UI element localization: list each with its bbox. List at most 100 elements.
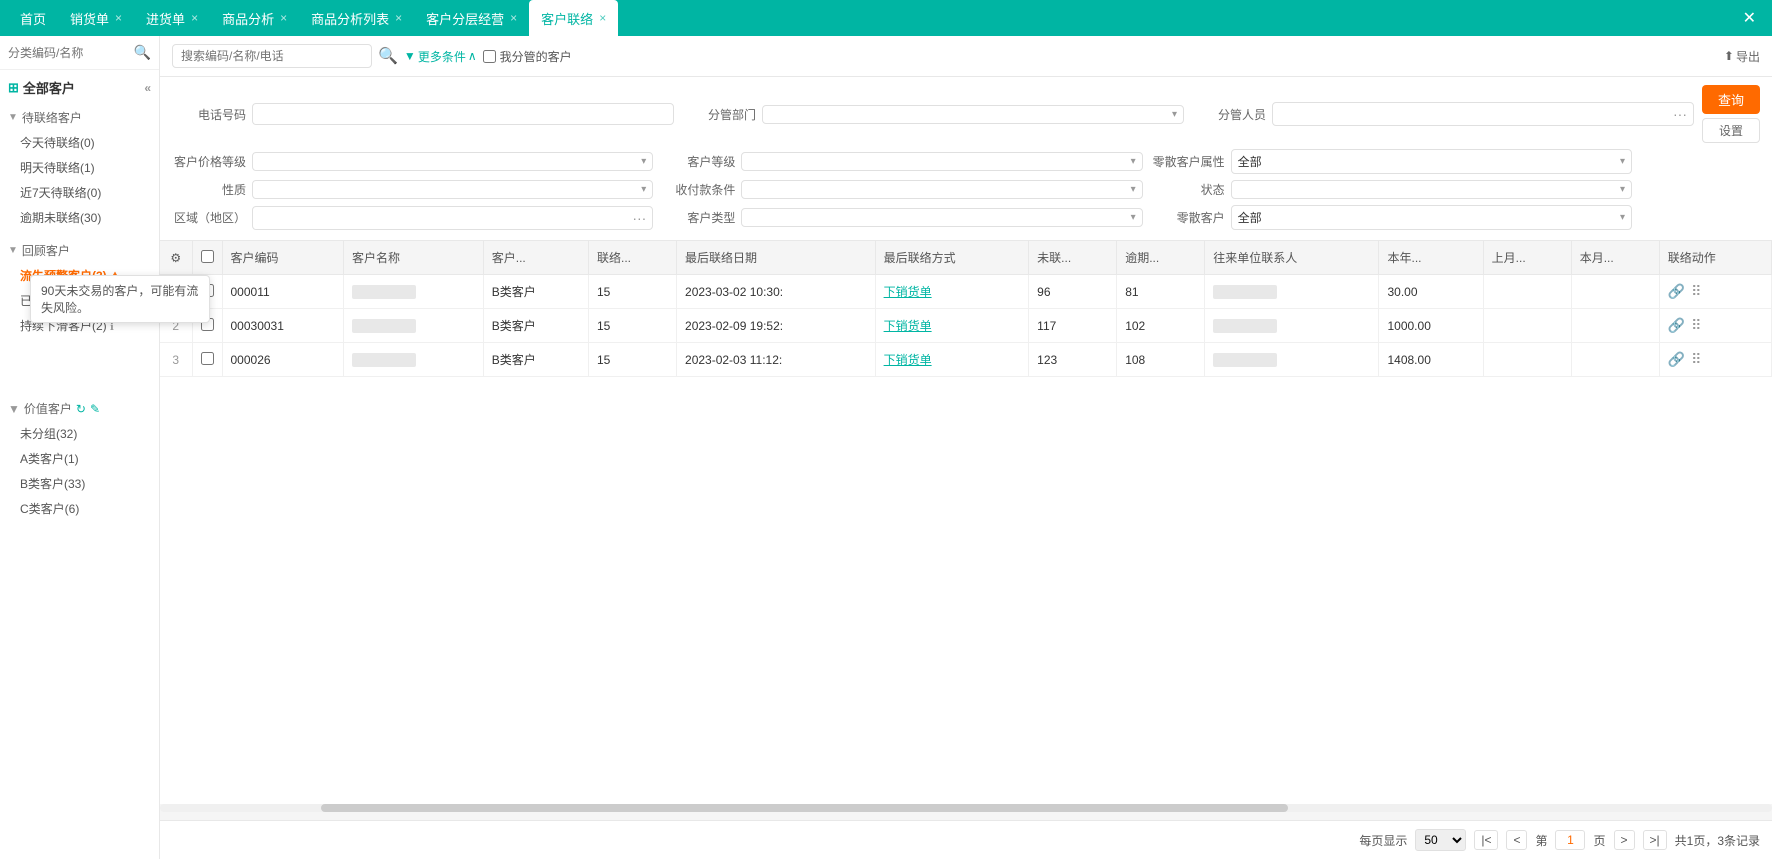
more-dots-icon2[interactable]: ···	[632, 210, 646, 226]
sidebar-item-today[interactable]: 今天待联络(0)	[0, 130, 159, 155]
filter-retail-field: 零散客户 全部 ▾	[1151, 205, 1632, 230]
settings-button[interactable]: 设置	[1702, 118, 1760, 143]
collapse-icon[interactable]: «	[144, 81, 151, 95]
main-layout: 🔍 ⊞ 全部客户 « ▼ 待联络客户 今天待联络(0) 明天待联络(1) 近7天…	[0, 36, 1772, 859]
more-action-icon[interactable]: ⠿	[1691, 317, 1701, 334]
row-last-date: 2023-02-03 11:12:	[677, 343, 876, 377]
person-select[interactable]: ···	[1272, 102, 1694, 126]
sidebar-item-type-b[interactable]: B类客户(33)	[0, 471, 159, 496]
row-checkbox[interactable]	[192, 343, 222, 377]
dept-select[interactable]: ▾	[762, 105, 1184, 124]
filter-customer-tier-field: 客户等级 ▾	[661, 152, 1142, 171]
th-last-month: 上月...	[1483, 241, 1571, 275]
tab-sales-order[interactable]: 销货单 ×	[58, 0, 134, 36]
sidebar-search-container: 🔍	[0, 36, 159, 70]
retail-attr-select[interactable]: 全部 ▾	[1231, 149, 1632, 174]
customer-type-select[interactable]: ▾	[741, 208, 1142, 227]
sidebar-item-7days[interactable]: 近7天待联络(0)	[0, 180, 159, 205]
page-size-select[interactable]: 50 20 100	[1415, 829, 1466, 851]
sidebar-item-tomorrow[interactable]: 明天待联络(1)	[0, 155, 159, 180]
sidebar-section-review-title[interactable]: ▼ 回顾客户	[0, 238, 159, 263]
nature-select[interactable]: ▾	[252, 180, 653, 199]
my-customers-checkbox-label[interactable]: 我分管的客户	[483, 48, 572, 65]
sidebar-all-customers[interactable]: ⊞ 全部客户 «	[0, 70, 159, 101]
row-select-checkbox[interactable]	[201, 352, 214, 365]
sidebar-search-input[interactable]	[8, 46, 134, 60]
search-input[interactable]	[172, 44, 372, 68]
customer-tier-select[interactable]: ▾	[741, 152, 1142, 171]
price-tier-select[interactable]: ▾	[252, 152, 653, 171]
chevron-down-icon: ▾	[1131, 156, 1136, 167]
data-table: ⚙ 客户编码 客户名称 客户... 联络... 最后联络日期 最后联络方式 未联…	[160, 241, 1772, 377]
sidebar-section-pending-title[interactable]: ▼ 待联络客户	[0, 105, 159, 130]
sidebar-item-type-a[interactable]: A类客户(1)	[0, 446, 159, 471]
row-name	[343, 343, 483, 377]
tab-customer-tier[interactable]: 客户分层经营 ×	[414, 0, 529, 36]
sidebar-section-value: ▼ 价值客户 ↻ ✎ 未分组(32) A类客户(1) B类客户(33) C类客户…	[0, 392, 159, 525]
phone-input[interactable]	[252, 103, 674, 125]
region-select[interactable]: ···	[252, 206, 653, 230]
close-icon[interactable]: ×	[599, 11, 606, 25]
more-conditions-button[interactable]: ▼ 更多条件 ∧	[404, 48, 477, 65]
row-code: 000011	[222, 275, 343, 309]
more-action-icon[interactable]: ⠿	[1691, 283, 1701, 300]
tab-customer-contact[interactable]: 客户联络 ×	[529, 0, 618, 36]
link-action-icon[interactable]: 🔗	[1668, 317, 1685, 334]
filter-bar: 🔍 ▼ 更多条件 ∧ 我分管的客户 ⬆ 导出	[160, 36, 1772, 77]
row-this-month	[1571, 343, 1659, 377]
filter-row-4: 区域（地区） ··· 客户类型 ▾ 零散客户 全部	[172, 205, 1760, 230]
close-icon[interactable]: ×	[510, 11, 517, 25]
row-name	[343, 309, 483, 343]
row-last-month	[1483, 275, 1571, 309]
window-close-btn[interactable]: ✕	[1735, 8, 1764, 28]
th-action: 联络动作	[1659, 241, 1771, 275]
close-icon[interactable]: ×	[115, 11, 122, 25]
info-icon2: ℹ	[110, 322, 114, 333]
more-dots-icon[interactable]: ···	[1673, 106, 1687, 122]
link-action-icon[interactable]: 🔗	[1668, 351, 1685, 368]
th-type: 客户...	[483, 241, 588, 275]
select-all-checkbox[interactable]	[201, 250, 214, 263]
close-icon[interactable]: ×	[280, 11, 287, 25]
close-icon[interactable]: ×	[191, 11, 198, 25]
first-page-button[interactable]: |<	[1474, 830, 1498, 850]
filter-phone-field: 电话号码	[172, 103, 674, 125]
chevron-up-icon: ∧	[468, 49, 477, 63]
sidebar-item-ungroup[interactable]: 未分组(32)	[0, 421, 159, 446]
chevron-down-icon: ▾	[1620, 156, 1625, 167]
tab-purchase-order[interactable]: 进货单 ×	[134, 0, 210, 36]
horizontal-scrollbar[interactable]	[160, 804, 1772, 812]
sidebar-section-value-title[interactable]: ▼ 价值客户 ↻ ✎	[0, 396, 159, 421]
next-page-button[interactable]: >	[1614, 830, 1635, 850]
retail-select[interactable]: 全部 ▾	[1231, 205, 1632, 230]
export-button[interactable]: ⬆ 导出	[1724, 48, 1760, 65]
th-settings[interactable]: ⚙	[160, 241, 192, 275]
tab-homepage[interactable]: 首页	[8, 0, 58, 36]
th-year: 本年...	[1379, 241, 1483, 275]
sidebar-item-type-c[interactable]: C类客户(6)	[0, 496, 159, 521]
tab-product-list[interactable]: 商品分析列表 ×	[299, 0, 414, 36]
chevron-down-icon: ▾	[1620, 184, 1625, 195]
last-page-button[interactable]: >|	[1643, 830, 1667, 850]
more-action-icon[interactable]: ⠿	[1691, 351, 1701, 368]
edit-icon[interactable]: ✎	[90, 402, 100, 416]
payment-select[interactable]: ▾	[741, 180, 1142, 199]
status-select[interactable]: ▾	[1231, 180, 1632, 199]
search-button[interactable]: 🔍	[378, 46, 398, 66]
prev-page-button[interactable]: <	[1506, 830, 1527, 850]
th-checkbox[interactable]	[192, 241, 222, 275]
row-code: 000026	[222, 343, 343, 377]
page-number-input[interactable]	[1555, 830, 1585, 850]
scrollbar-thumb[interactable]	[321, 804, 1288, 812]
refresh-icon[interactable]: ↻	[76, 402, 86, 416]
th-unit-contact: 往来单位联系人	[1205, 241, 1379, 275]
close-icon[interactable]: ×	[395, 11, 402, 25]
tab-product-analysis[interactable]: 商品分析 ×	[210, 0, 299, 36]
filter-customer-type-field: 客户类型 ▾	[661, 208, 1142, 227]
filter-status-field: 状态 ▾	[1151, 180, 1632, 199]
link-action-icon[interactable]: 🔗	[1668, 283, 1685, 300]
query-button[interactable]: 查询	[1702, 85, 1760, 114]
my-customers-checkbox[interactable]	[483, 50, 496, 63]
tooltip-box: 90天未交易的客户，可能有流失风险。	[30, 275, 160, 323]
sidebar-item-overdue[interactable]: 逾期未联络(30)	[0, 205, 159, 230]
